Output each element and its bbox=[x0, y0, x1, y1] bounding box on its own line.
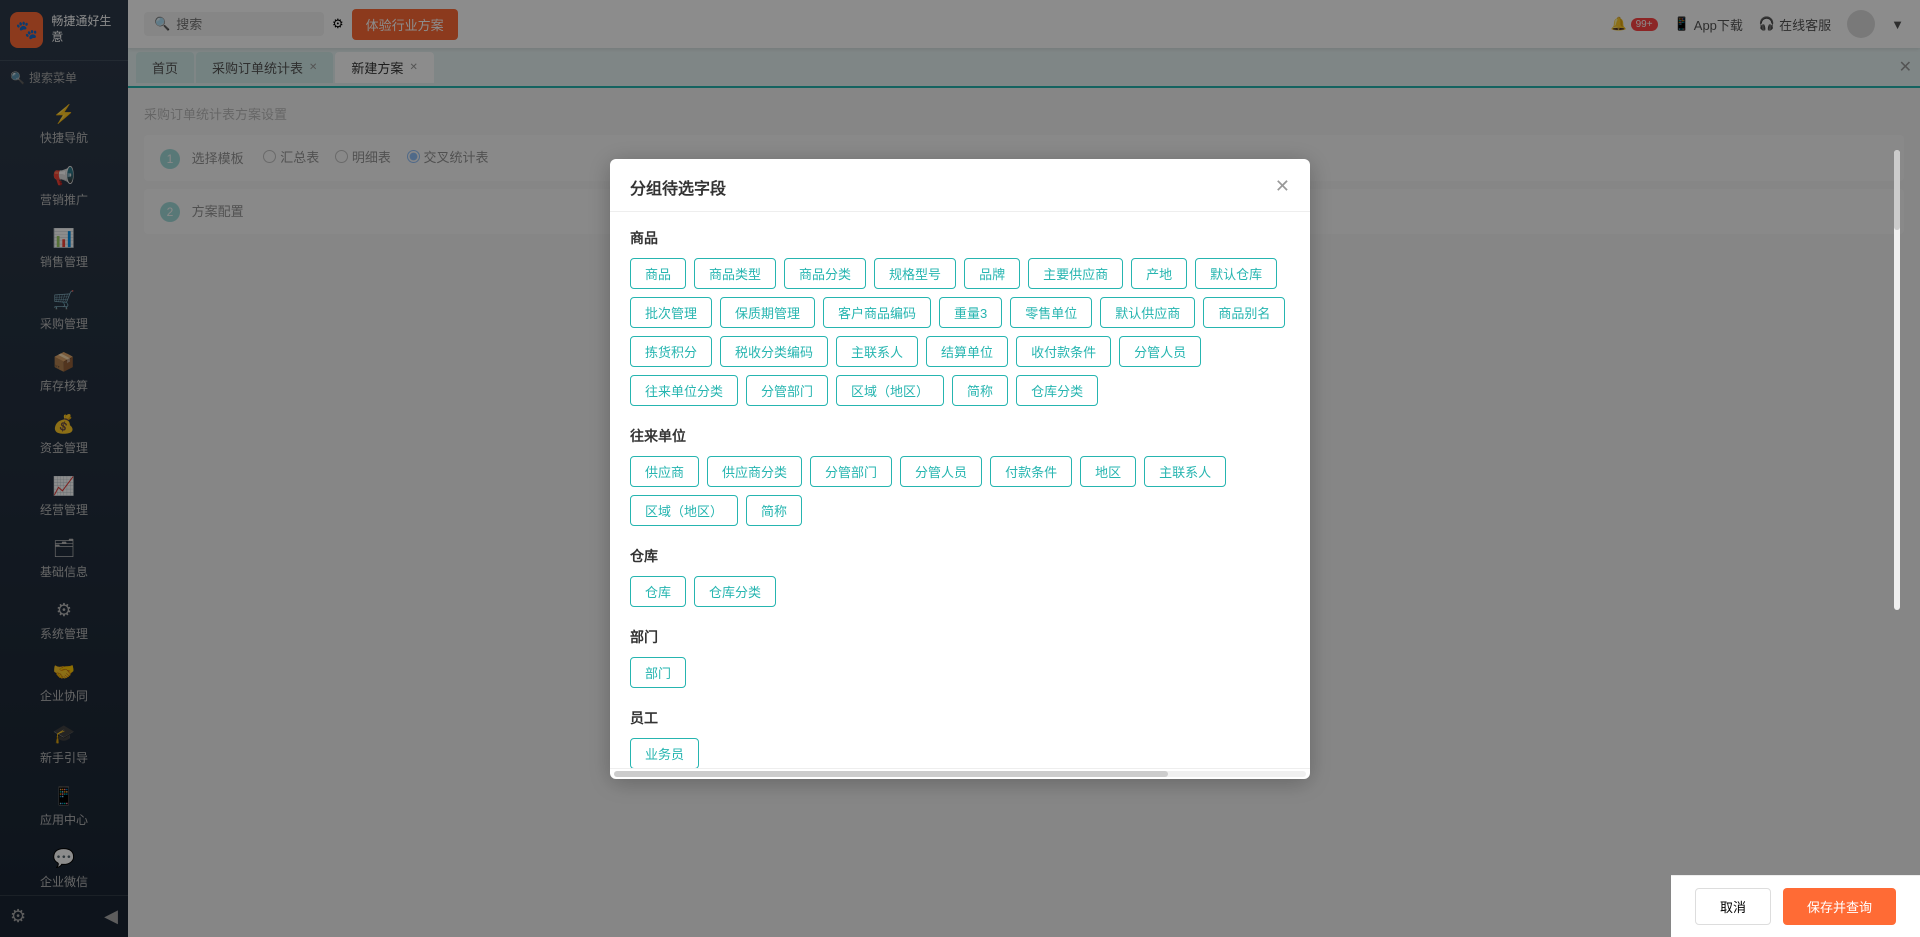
field-tag-商品别名[interactable]: 商品别名 bbox=[1203, 297, 1285, 328]
field-tags-employee: 业务员 bbox=[630, 738, 1290, 768]
field-tag-零售单位[interactable]: 零售单位 bbox=[1010, 297, 1092, 328]
field-tag-默认供应商[interactable]: 默认供应商 bbox=[1100, 297, 1195, 328]
field-tag-地区[interactable]: 地区 bbox=[1080, 456, 1136, 487]
field-tag-供应商分类[interactable]: 供应商分类 bbox=[707, 456, 802, 487]
field-tag-简称[interactable]: 简称 bbox=[746, 495, 802, 526]
dialog-scrollbar-track[interactable] bbox=[1894, 150, 1900, 610]
field-group-employee: 员工业务员 bbox=[630, 708, 1290, 768]
cancel-button[interactable]: 取消 bbox=[1695, 888, 1771, 925]
field-group-title-employee: 员工 bbox=[630, 708, 1290, 728]
dialog-footer-scroll bbox=[610, 768, 1310, 779]
field-group-title-department: 部门 bbox=[630, 627, 1290, 647]
field-group-title-warehouse: 仓库 bbox=[630, 546, 1290, 566]
field-tags-warehouse: 仓库仓库分类 bbox=[630, 576, 1290, 607]
field-group-department: 部门部门 bbox=[630, 627, 1290, 688]
scroll-thumb bbox=[614, 771, 1168, 777]
field-tag-收付款条件[interactable]: 收付款条件 bbox=[1016, 336, 1111, 367]
save-query-button[interactable]: 保存并查询 bbox=[1783, 888, 1896, 925]
field-tags-partner: 供应商供应商分类分管部门分管人员付款条件地区主联系人区域（地区） 简称 bbox=[630, 456, 1290, 526]
field-tag-仓库分类[interactable]: 仓库分类 bbox=[1016, 375, 1098, 406]
field-tag-品牌[interactable]: 品牌 bbox=[964, 258, 1020, 289]
field-tag-区域（地区）[interactable]: 区域（地区） bbox=[836, 375, 944, 406]
field-group-title-partner: 往来单位 bbox=[630, 426, 1290, 446]
field-tag-主联系人[interactable]: 主联系人 bbox=[836, 336, 918, 367]
field-tag-产地[interactable]: 产地 bbox=[1131, 258, 1187, 289]
field-tag-重量3[interactable]: 重量3 bbox=[939, 297, 1002, 328]
dialog-header: 分组待选字段 ✕ bbox=[610, 159, 1310, 212]
horizontal-scrollbar[interactable] bbox=[614, 771, 1306, 777]
field-tag-供应商[interactable]: 供应商 bbox=[630, 456, 699, 487]
field-tag-部门[interactable]: 部门 bbox=[630, 657, 686, 688]
field-tag-分管部门[interactable]: 分管部门 bbox=[810, 456, 892, 487]
field-group-warehouse: 仓库仓库仓库分类 bbox=[630, 546, 1290, 607]
field-tag-商品类型[interactable]: 商品类型 bbox=[694, 258, 776, 289]
field-tag-规格型号[interactable]: 规格型号 bbox=[874, 258, 956, 289]
field-tag-付款条件[interactable]: 付款条件 bbox=[990, 456, 1072, 487]
field-tag-简称[interactable]: 简称 bbox=[952, 375, 1008, 406]
field-tag-拣货积分[interactable]: 拣货积分 bbox=[630, 336, 712, 367]
field-tag-分管部门[interactable]: 分管部门 bbox=[746, 375, 828, 406]
field-tags-department: 部门 bbox=[630, 657, 1290, 688]
field-tag-商品[interactable]: 商品 bbox=[630, 258, 686, 289]
field-tag-批次管理[interactable]: 批次管理 bbox=[630, 297, 712, 328]
field-group-title-goods: 商品 bbox=[630, 228, 1290, 248]
field-select-dialog: 分组待选字段 ✕ 商品商品商品类型商品分类规格型号品牌主要供应商产地默认仓库批次… bbox=[610, 159, 1310, 779]
field-tag-分管人员[interactable]: 分管人员 bbox=[1119, 336, 1201, 367]
dialog-close-button[interactable]: ✕ bbox=[1275, 176, 1290, 197]
field-tag-分管人员[interactable]: 分管人员 bbox=[900, 456, 982, 487]
field-tag-税收分类编码[interactable]: 税收分类编码 bbox=[720, 336, 828, 367]
field-tag-主要供应商[interactable]: 主要供应商 bbox=[1028, 258, 1123, 289]
field-group-partner: 往来单位供应商供应商分类分管部门分管人员付款条件地区主联系人区域（地区） 简称 bbox=[630, 426, 1290, 526]
dialog-footer-actions: 取消 保存并查询 bbox=[1671, 875, 1920, 937]
field-tag-默认仓库[interactable]: 默认仓库 bbox=[1195, 258, 1277, 289]
dialog-scrollbar-thumb bbox=[1894, 150, 1900, 230]
field-tag-保质期管理[interactable]: 保质期管理 bbox=[720, 297, 815, 328]
field-tags-goods: 商品商品类型商品分类规格型号品牌主要供应商产地默认仓库批次管理保质期管理客户商品… bbox=[630, 258, 1290, 406]
field-group-goods: 商品商品商品类型商品分类规格型号品牌主要供应商产地默认仓库批次管理保质期管理客户… bbox=[630, 228, 1290, 406]
dialog-body: 商品商品商品类型商品分类规格型号品牌主要供应商产地默认仓库批次管理保质期管理客户… bbox=[610, 212, 1310, 768]
field-tag-区域（地区）[interactable]: 区域（地区） bbox=[630, 495, 738, 526]
field-tag-仓库分类[interactable]: 仓库分类 bbox=[694, 576, 776, 607]
field-tag-仓库[interactable]: 仓库 bbox=[630, 576, 686, 607]
field-tag-往来单位分类[interactable]: 往来单位分类 bbox=[630, 375, 738, 406]
field-tag-结算单位[interactable]: 结算单位 bbox=[926, 336, 1008, 367]
field-tag-商品分类[interactable]: 商品分类 bbox=[784, 258, 866, 289]
field-tag-业务员[interactable]: 业务员 bbox=[630, 738, 699, 768]
field-tag-主联系人[interactable]: 主联系人 bbox=[1144, 456, 1226, 487]
field-tag-客户商品编码[interactable]: 客户商品编码 bbox=[823, 297, 931, 328]
dialog-title: 分组待选字段 bbox=[630, 175, 726, 199]
